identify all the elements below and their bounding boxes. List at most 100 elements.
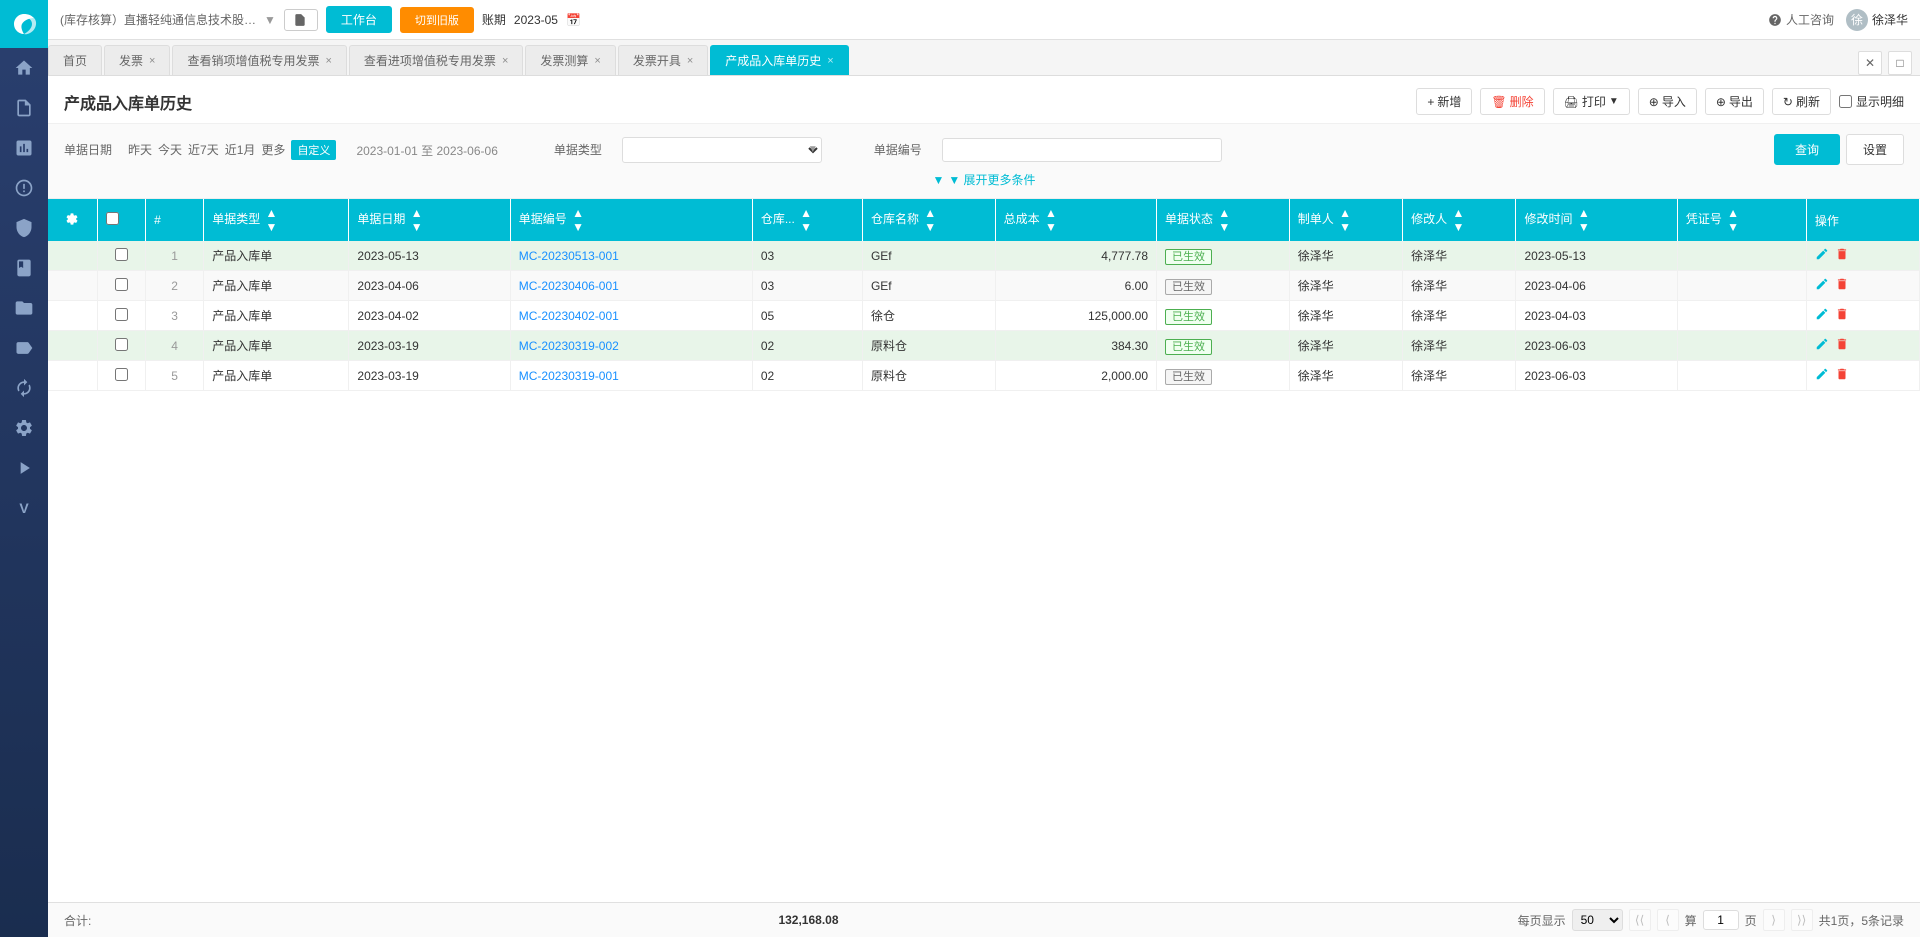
sidebar-item-book[interactable]	[0, 248, 48, 288]
cell-checkbox-3[interactable]	[97, 331, 145, 361]
doc-link-1[interactable]: MC-20230406-001	[519, 279, 619, 293]
date-more[interactable]: 更多	[261, 141, 285, 158]
sidebar-item-settings2[interactable]	[0, 408, 48, 448]
tab-home[interactable]: 首页	[48, 45, 102, 75]
import-btn[interactable]: ⊕ 导入	[1638, 88, 1697, 115]
tab-invoice-calc[interactable]: 发票测算 ×	[525, 45, 615, 75]
cell-checkbox-2[interactable]	[97, 301, 145, 331]
first-page-btn[interactable]: ⟨⟨	[1629, 909, 1651, 931]
sidebar-item-play[interactable]	[0, 448, 48, 488]
delete-btn[interactable]: 🗑 删除	[1480, 88, 1544, 115]
tab-purchase-vat[interactable]: 查看进项增值税专用发票 ×	[349, 45, 523, 75]
date-1month[interactable]: 近1月	[225, 141, 256, 158]
th-wh-name[interactable]: 仓库名称 ▲▼	[862, 199, 995, 241]
cell-num-0[interactable]: MC-20230513-001	[510, 241, 752, 271]
sidebar-item-v[interactable]: V	[0, 488, 48, 528]
calendar-icon[interactable]: 📅	[566, 13, 581, 27]
company-dropdown-icon[interactable]: ▼	[264, 13, 276, 27]
th-status[interactable]: 单据状态 ▲▼	[1157, 199, 1290, 241]
sidebar-item-refresh[interactable]	[0, 368, 48, 408]
date-custom-tag[interactable]: 自定义	[291, 140, 336, 160]
th-voucher[interactable]: 凭证号 ▲▼	[1677, 199, 1806, 241]
th-checkbox[interactable]	[97, 199, 145, 241]
delete-icon-0[interactable]	[1835, 247, 1849, 264]
cell-checkbox-1[interactable]	[97, 271, 145, 301]
export-btn[interactable]: ⊕ 导出	[1705, 88, 1764, 115]
new-btn[interactable]: + 新增	[1416, 88, 1472, 115]
prev-page-btn[interactable]: ⟨	[1657, 909, 1679, 931]
tab-invoice-open[interactable]: 发票开具 ×	[618, 45, 708, 75]
sidebar-item-settings[interactable]	[0, 168, 48, 208]
cell-checkbox-0[interactable]	[97, 241, 145, 271]
delete-icon-1[interactable]	[1835, 277, 1849, 294]
tab-product-in-close[interactable]: ×	[827, 55, 833, 67]
tab-sales-vat[interactable]: 查看销项增值税专用发票 ×	[172, 45, 346, 75]
show-detail-toggle[interactable]: 显示明细	[1839, 93, 1904, 110]
th-wh-code[interactable]: 仓库... ▲▼	[752, 199, 862, 241]
next-page-btn[interactable]: ⟩	[1763, 909, 1785, 931]
query-btn[interactable]: 查询	[1774, 134, 1840, 165]
edit-icon-0[interactable]	[1815, 247, 1829, 264]
th-cost[interactable]: 总成本 ▲▼	[995, 199, 1156, 241]
date-today[interactable]: 今天	[158, 141, 182, 158]
tab-product-in[interactable]: 产成品入库单历史 ×	[710, 45, 848, 75]
doc-type-btn[interactable]	[284, 9, 318, 31]
th-creator[interactable]: 制单人 ▲▼	[1289, 199, 1402, 241]
sidebar-item-home[interactable]	[0, 48, 48, 88]
sidebar-item-folder[interactable]	[0, 288, 48, 328]
doc-link-3[interactable]: MC-20230319-002	[519, 339, 619, 353]
show-detail-checkbox[interactable]	[1839, 95, 1852, 108]
assistant-btn[interactable]: 人工咨询	[1768, 11, 1834, 28]
doc-link-4[interactable]: MC-20230319-001	[519, 369, 619, 383]
edit-icon-4[interactable]	[1815, 367, 1829, 384]
select-all-checkbox[interactable]	[106, 212, 119, 225]
doc-link-2[interactable]: MC-20230402-001	[519, 309, 619, 323]
cell-num-1[interactable]: MC-20230406-001	[510, 271, 752, 301]
edit-icon-2[interactable]	[1815, 307, 1829, 324]
delete-icon-2[interactable]	[1835, 307, 1849, 324]
th-settings[interactable]	[48, 199, 97, 241]
row-checkbox-1[interactable]	[115, 278, 128, 291]
tab-sales-vat-close[interactable]: ×	[325, 55, 331, 67]
tab-invoice[interactable]: 发票 ×	[104, 45, 170, 75]
doc-link-0[interactable]: MC-20230513-001	[519, 249, 619, 263]
tab-maximize-btn[interactable]: □	[1888, 51, 1912, 75]
expand-filter-btn[interactable]: ▼ ▼ 展开更多条件	[932, 171, 1035, 188]
cell-num-2[interactable]: MC-20230402-001	[510, 301, 752, 331]
cell-num-3[interactable]: MC-20230319-002	[510, 331, 752, 361]
per-page-select[interactable]: 50 100	[1572, 909, 1623, 931]
edit-icon-1[interactable]	[1815, 277, 1829, 294]
company-selector[interactable]: (库存核算）直播轻纯通信息技术股份... ▼	[60, 11, 276, 28]
row-checkbox-2[interactable]	[115, 308, 128, 321]
delete-icon-4[interactable]	[1835, 367, 1849, 384]
tab-invoice-close[interactable]: ×	[149, 55, 155, 67]
th-mod-time[interactable]: 修改时间 ▲▼	[1516, 199, 1677, 241]
edit-icon-3[interactable]	[1815, 337, 1829, 354]
date-7days[interactable]: 近7天	[188, 141, 219, 158]
row-checkbox-4[interactable]	[115, 368, 128, 381]
filter-settings-btn[interactable]: 设置	[1846, 134, 1904, 165]
workbench-btn[interactable]: 工作台	[326, 6, 392, 33]
switch-btn[interactable]: 切到旧版	[400, 7, 474, 33]
num-filter-input[interactable]	[942, 138, 1222, 162]
page-input[interactable]	[1703, 910, 1739, 930]
tab-invoice-calc-close[interactable]: ×	[594, 55, 600, 67]
sidebar-item-chart[interactable]	[0, 128, 48, 168]
tab-invoice-open-close[interactable]: ×	[687, 55, 693, 67]
th-modifier[interactable]: 修改人 ▲▼	[1403, 199, 1516, 241]
user-menu[interactable]: 徐 徐泽华	[1846, 9, 1908, 31]
th-num[interactable]: 单据编号 ▲▼	[510, 199, 752, 241]
sidebar-item-tag[interactable]	[0, 328, 48, 368]
row-checkbox-3[interactable]	[115, 338, 128, 351]
type-filter-select[interactable]	[622, 137, 822, 163]
tab-close-all-btn[interactable]: ✕	[1858, 51, 1882, 75]
refresh-btn[interactable]: ↻ 刷新	[1772, 88, 1831, 115]
cell-checkbox-4[interactable]	[97, 361, 145, 391]
cell-num-4[interactable]: MC-20230319-001	[510, 361, 752, 391]
sidebar-item-shield[interactable]	[0, 208, 48, 248]
last-page-btn[interactable]: ⟩⟩	[1791, 909, 1813, 931]
delete-icon-3[interactable]	[1835, 337, 1849, 354]
date-yesterday[interactable]: 昨天	[128, 141, 152, 158]
sidebar-item-doc[interactable]	[0, 88, 48, 128]
tab-purchase-vat-close[interactable]: ×	[502, 55, 508, 67]
